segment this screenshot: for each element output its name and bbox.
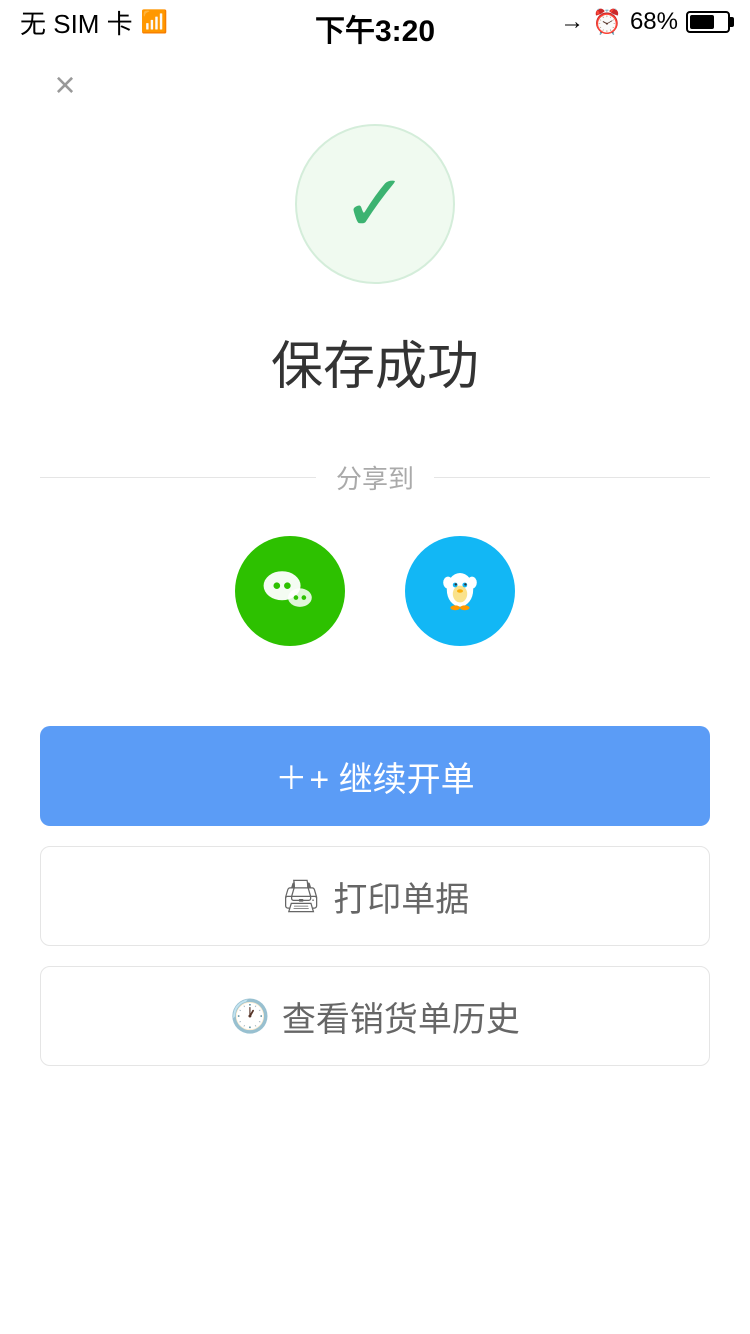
status-bar: 无 SIM 卡 📶 下午3:20 → ⏰ 68% xyxy=(0,0,750,44)
status-right: → ⏰ 68% xyxy=(560,8,730,37)
print-icon: 🖨 xyxy=(281,877,322,915)
alarm-icon: ⏰ xyxy=(592,8,622,37)
battery-fill xyxy=(690,15,714,29)
share-label: 分享到 xyxy=(316,459,434,496)
main-content: ✓ 保存成功 分享到 xyxy=(0,124,750,1066)
action-buttons: ＋ + 继续开单 🖨 打印单据 🕐 查看销货单历史 xyxy=(40,726,710,1066)
close-button[interactable]: × xyxy=(40,60,90,110)
continue-button[interactable]: ＋ + 继续开单 xyxy=(40,726,710,826)
battery-text: 68% xyxy=(630,8,678,36)
location-icon: → xyxy=(560,8,584,36)
plus-icon: ＋ xyxy=(275,753,307,799)
print-label: 打印单据 xyxy=(333,872,469,921)
history-icon: 🕐 xyxy=(230,997,270,1035)
success-circle: ✓ xyxy=(295,124,455,284)
sim-status: 无 SIM 卡 xyxy=(20,4,133,41)
history-button[interactable]: 🕐 查看销货单历史 xyxy=(40,966,710,1066)
continue-label: + 继续开单 xyxy=(309,752,474,801)
divider-line-right xyxy=(434,477,710,478)
print-button[interactable]: 🖨 打印单据 xyxy=(40,846,710,946)
close-icon: × xyxy=(54,64,75,106)
share-qq-button[interactable] xyxy=(405,536,515,646)
share-divider: 分享到 xyxy=(40,459,710,496)
status-left: 无 SIM 卡 📶 xyxy=(20,4,168,41)
share-icons xyxy=(235,536,515,646)
share-wechat-button[interactable] xyxy=(235,536,345,646)
status-time: 下午3:20 xyxy=(315,6,435,50)
divider-line-left xyxy=(40,477,316,478)
success-title: 保存成功 xyxy=(271,324,479,399)
wechat-icon xyxy=(257,558,323,624)
battery-icon xyxy=(686,11,730,33)
checkmark-icon: ✓ xyxy=(341,164,408,244)
wifi-icon: 📶 xyxy=(141,9,168,35)
history-label: 查看销货单历史 xyxy=(282,992,520,1041)
qq-icon xyxy=(430,561,490,621)
